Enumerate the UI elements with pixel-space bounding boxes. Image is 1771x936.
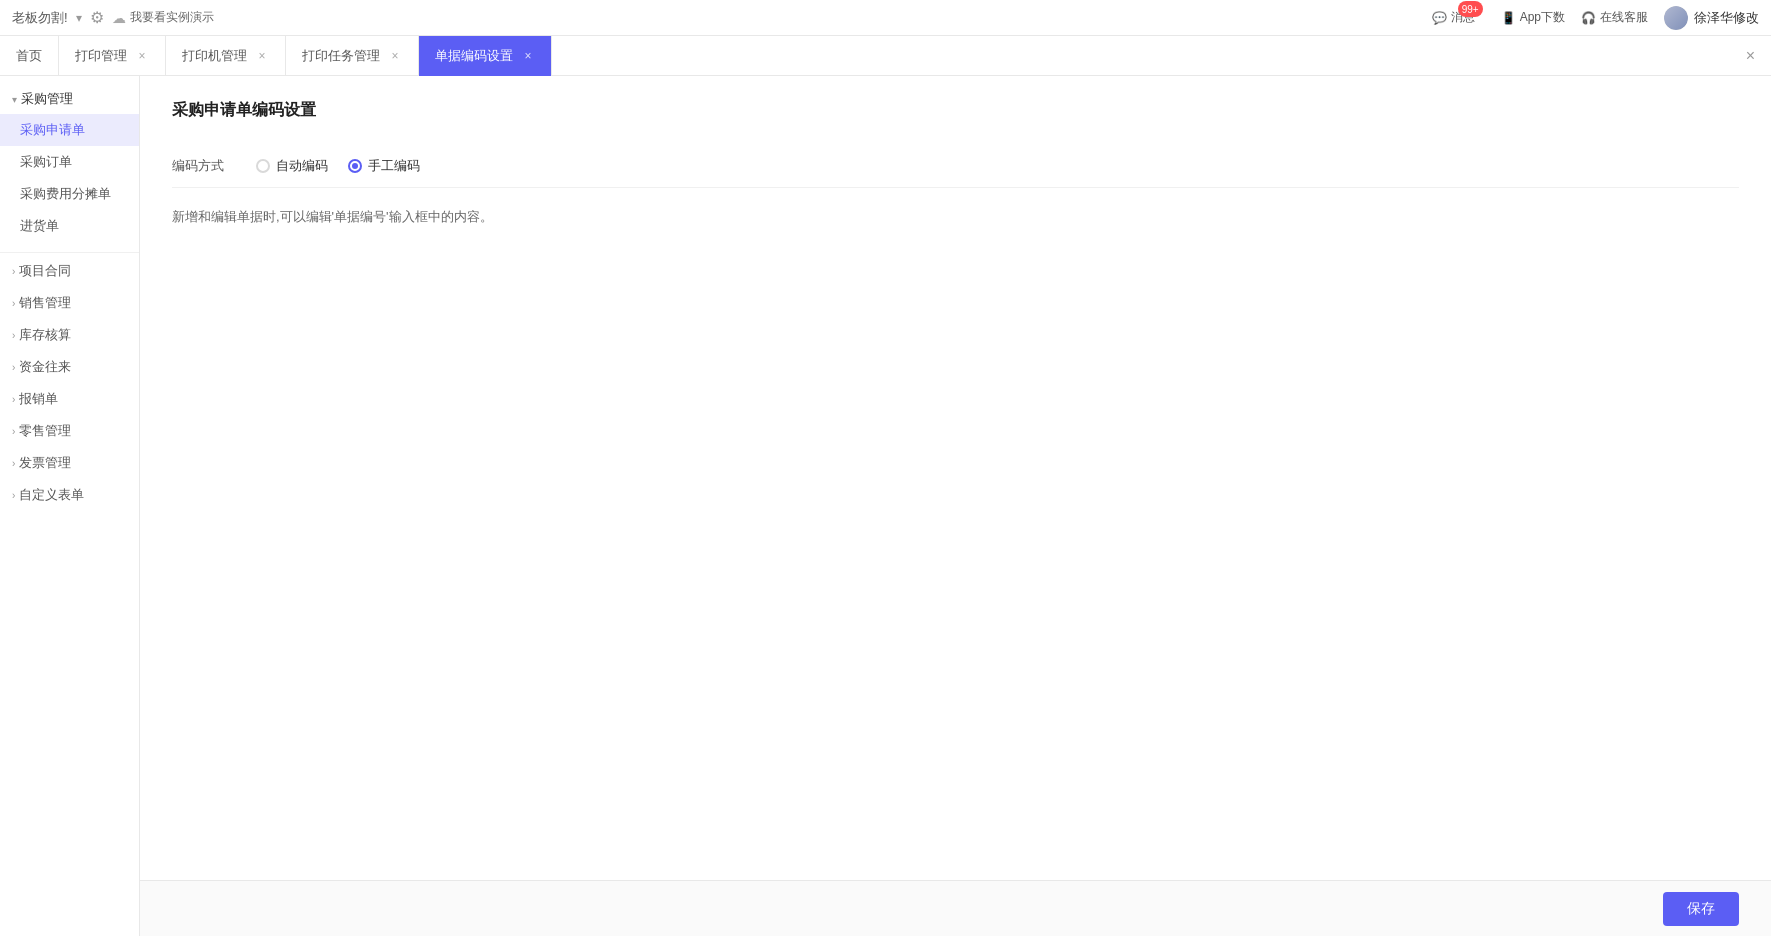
encoding-label: 编码方式 (172, 157, 232, 175)
tab-print-task-close[interactable]: × (388, 49, 402, 63)
sidebar-group-purchase-title[interactable]: ▾ 采购管理 (0, 84, 139, 114)
sidebar-item-retail[interactable]: › 零售管理 (0, 415, 139, 447)
radio-group: 自动编码 手工编码 (256, 157, 420, 175)
sidebar-item-retail-label: 零售管理 (19, 422, 71, 440)
sidebar-item-purchase-expense[interactable]: 采购费用分摊单 (0, 178, 139, 210)
main-layout: ▾ 采购管理 采购申请单 采购订单 采购费用分摊单 进货单 › 项目合同 › 销… (0, 76, 1771, 936)
app-download-action[interactable]: 📱 App下数 (1501, 9, 1565, 26)
sidebar-item-project-contract-label: 项目合同 (19, 262, 71, 280)
message-badge: 99+ (1458, 1, 1483, 17)
sidebar-item-returns-label: 报销单 (19, 390, 58, 408)
retail-arrow-icon: › (12, 426, 15, 437)
sidebar-item-returns[interactable]: › 报销单 (0, 383, 139, 415)
radio-auto-circle (256, 159, 270, 173)
user-area[interactable]: 徐泽华修改 (1664, 6, 1759, 30)
brand-chevron-icon[interactable]: ▾ (76, 11, 82, 25)
demo-text: 我要看实例演示 (130, 9, 214, 26)
invoice-arrow-icon: › (12, 458, 15, 469)
top-bar-left: 老板勿割! ▾ ⚙ ☁ 我要看实例演示 (12, 8, 214, 27)
message-action[interactable]: 💬 消息 99+ (1432, 9, 1475, 26)
content-footer: 保存 (140, 880, 1771, 936)
online-service-action[interactable]: 🎧 在线客服 (1581, 9, 1648, 26)
custom-forms-arrow-icon: › (12, 490, 15, 501)
sidebar-divider-1 (0, 252, 139, 253)
settings-icon[interactable]: ⚙ (90, 8, 104, 27)
sidebar-item-purchase-request[interactable]: 采购申请单 (0, 114, 139, 146)
radio-auto-label: 自动编码 (276, 157, 328, 175)
avatar (1664, 6, 1688, 30)
sidebar-item-sales-label: 销售管理 (19, 294, 71, 312)
page-title: 采购申请单编码设置 (172, 100, 1739, 121)
sidebar-item-stock-in-label: 进货单 (20, 218, 59, 233)
sidebar-item-custom-forms[interactable]: › 自定义表单 (0, 479, 139, 511)
tab-printer-management-label: 打印机管理 (182, 47, 247, 65)
top-bar-right: 💬 消息 99+ 📱 App下数 🎧 在线客服 徐泽华修改 (1432, 6, 1759, 30)
online-service-label: 在线客服 (1600, 9, 1648, 26)
tab-printer-management-close[interactable]: × (255, 49, 269, 63)
sidebar-item-purchase-request-label: 采购申请单 (20, 122, 85, 137)
inventory-arrow-icon: › (12, 330, 15, 341)
tab-print-management[interactable]: 打印管理 × (59, 36, 166, 76)
sidebar-item-purchase-order[interactable]: 采购订单 (0, 146, 139, 178)
project-contract-arrow-icon: › (12, 266, 15, 277)
tab-bar-global-close[interactable]: × (1746, 47, 1755, 65)
save-button[interactable]: 保存 (1663, 892, 1739, 926)
sidebar: ▾ 采购管理 采购申请单 采购订单 采购费用分摊单 进货单 › 项目合同 › 销… (0, 76, 140, 936)
returns-arrow-icon: › (12, 394, 15, 405)
tab-bar: 首页 打印管理 × 打印机管理 × 打印任务管理 × 单据编码设置 × × (0, 36, 1771, 76)
demo-link[interactable]: ☁ 我要看实例演示 (112, 9, 214, 26)
message-icon: 💬 (1432, 11, 1447, 25)
tab-print-management-label: 打印管理 (75, 47, 127, 65)
tab-print-task-label: 打印任务管理 (302, 47, 380, 65)
top-bar: 老板勿割! ▾ ⚙ ☁ 我要看实例演示 💬 消息 99+ 📱 App下数 🎧 在… (0, 0, 1771, 36)
tab-bill-code-setting[interactable]: 单据编码设置 × (419, 36, 552, 76)
sidebar-item-project-contract[interactable]: › 项目合同 (0, 255, 139, 287)
radio-auto[interactable]: 自动编码 (256, 157, 328, 175)
sidebar-item-invoice-label: 发票管理 (19, 454, 71, 472)
app-download-label: App下数 (1520, 9, 1565, 26)
close-icon: × (1746, 47, 1755, 65)
tab-printer-management[interactable]: 打印机管理 × (166, 36, 286, 76)
sidebar-item-invoice[interactable]: › 发票管理 (0, 447, 139, 479)
sidebar-item-funds-label: 资金往来 (19, 358, 71, 376)
brand-text: 老板勿割! (12, 9, 68, 27)
content-area: 采购申请单编码设置 编码方式 自动编码 手工编码 新增和编辑单据时,可以编辑'单… (140, 76, 1771, 936)
tab-bill-code-setting-label: 单据编码设置 (435, 47, 513, 65)
app-icon: 📱 (1501, 11, 1516, 25)
sidebar-item-inventory-label: 库存核算 (19, 326, 71, 344)
headset-icon: 🎧 (1581, 11, 1596, 25)
encoding-row: 编码方式 自动编码 手工编码 (172, 145, 1739, 188)
sidebar-item-stock-in[interactable]: 进货单 (0, 210, 139, 242)
tab-home[interactable]: 首页 (0, 36, 59, 76)
radio-manual[interactable]: 手工编码 (348, 157, 420, 175)
sidebar-item-inventory[interactable]: › 库存核算 (0, 319, 139, 351)
hint-text: 新增和编辑单据时,可以编辑'单据编号'输入框中的内容。 (172, 208, 1739, 226)
cloud-icon: ☁ (112, 10, 126, 26)
tab-print-task[interactable]: 打印任务管理 × (286, 36, 419, 76)
sidebar-item-purchase-expense-label: 采购费用分摊单 (20, 186, 111, 201)
purchase-arrow-icon: ▾ (12, 94, 17, 105)
radio-manual-circle (348, 159, 362, 173)
funds-arrow-icon: › (12, 362, 15, 373)
sidebar-item-custom-forms-label: 自定义表单 (19, 486, 84, 504)
radio-manual-label: 手工编码 (368, 157, 420, 175)
sales-arrow-icon: › (12, 298, 15, 309)
sidebar-group-purchase: ▾ 采购管理 采购申请单 采购订单 采购费用分摊单 进货单 (0, 76, 139, 250)
tab-bill-code-setting-close[interactable]: × (521, 49, 535, 63)
tab-print-management-close[interactable]: × (135, 49, 149, 63)
content-main: 采购申请单编码设置 编码方式 自动编码 手工编码 新增和编辑单据时,可以编辑'单… (140, 76, 1771, 880)
sidebar-item-funds[interactable]: › 资金往来 (0, 351, 139, 383)
sidebar-item-sales[interactable]: › 销售管理 (0, 287, 139, 319)
sidebar-group-purchase-label: 采购管理 (21, 90, 73, 108)
tab-home-label: 首页 (16, 47, 42, 65)
sidebar-item-purchase-order-label: 采购订单 (20, 154, 72, 169)
user-name: 徐泽华修改 (1694, 9, 1759, 27)
